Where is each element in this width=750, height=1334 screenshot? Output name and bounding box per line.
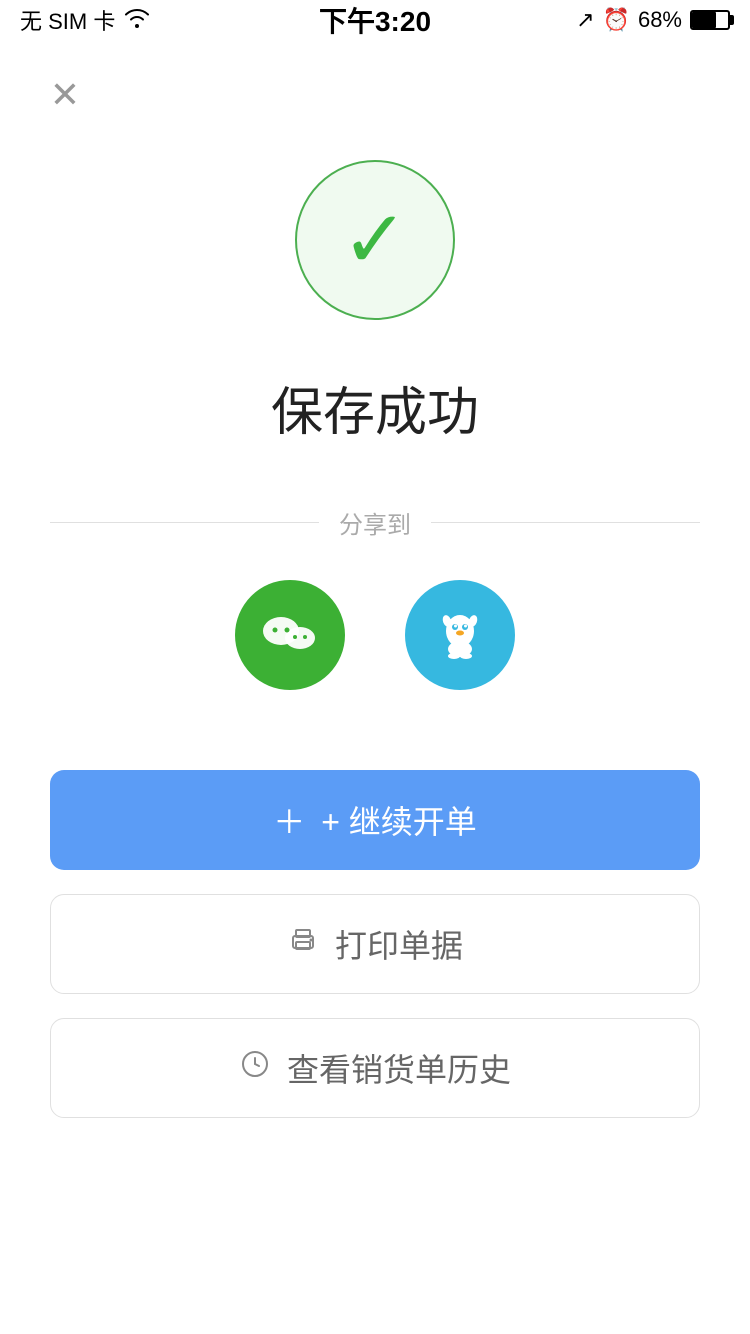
location-icon: ↗ <box>576 7 594 33</box>
wechat-share-button[interactable] <box>235 580 345 690</box>
history-label: 查看销货单历史 <box>287 1045 511 1091</box>
close-area: ✕ <box>0 40 750 120</box>
print-icon <box>287 924 319 964</box>
print-button[interactable]: 打印单据 <box>50 894 700 994</box>
action-buttons: ＋ + 继续开单 打印单据 查看销货单历史 <box>50 770 700 1118</box>
continue-order-button[interactable]: ＋ + 继续开单 <box>50 770 700 870</box>
divider-line-left <box>50 522 319 523</box>
success-title: 保存成功 <box>271 370 479 445</box>
alarm-icon: ⏰ <box>603 7 630 33</box>
status-right: ↗ ⏰ 68% <box>576 7 730 33</box>
checkmark-icon: ✓ <box>341 200 408 280</box>
wifi-icon <box>123 6 151 34</box>
plus-icon: ＋ <box>273 797 305 843</box>
history-icon <box>239 1048 271 1088</box>
close-button[interactable]: ✕ <box>40 70 90 120</box>
success-circle: ✓ <box>295 160 455 320</box>
battery-percent: 68% <box>638 7 682 33</box>
status-time: 下午3:20 <box>319 0 431 40</box>
qq-icon <box>428 603 493 668</box>
status-bar: 无 SIM 卡 下午3:20 ↗ ⏰ 68% <box>0 0 750 40</box>
qq-share-button[interactable] <box>405 580 515 690</box>
battery-icon <box>690 10 730 30</box>
no-sim-text: 无 SIM 卡 <box>20 4 115 36</box>
share-label: 分享到 <box>339 505 411 540</box>
main-content: ✓ 保存成功 分享到 <box>0 120 750 1334</box>
close-icon: ✕ <box>50 77 80 113</box>
status-left: 无 SIM 卡 <box>20 4 151 36</box>
continue-order-label: + 继续开单 <box>321 797 477 843</box>
divider-line-right <box>431 522 700 523</box>
share-divider: 分享到 <box>50 505 700 540</box>
wechat-icon <box>258 603 323 668</box>
share-icons-row <box>235 580 515 690</box>
print-label: 打印单据 <box>335 921 463 967</box>
history-button[interactable]: 查看销货单历史 <box>50 1018 700 1118</box>
